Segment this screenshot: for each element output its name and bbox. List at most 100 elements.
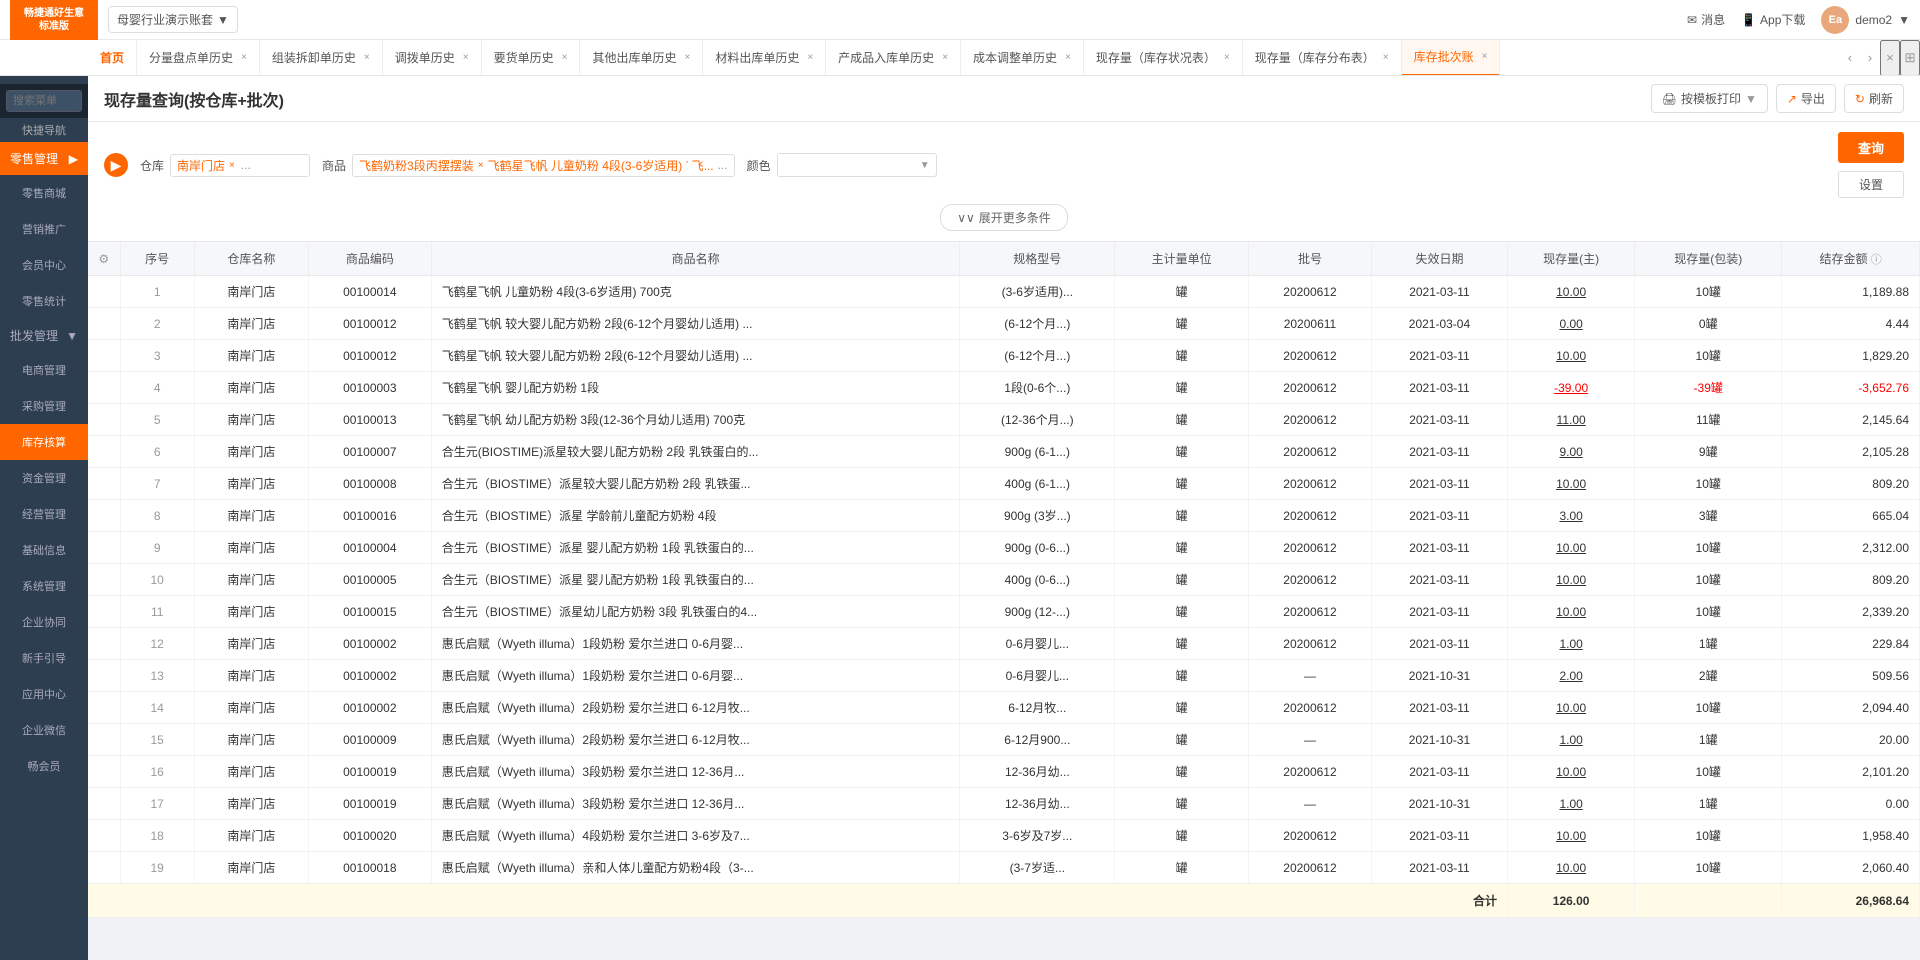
color-filter-input[interactable] <box>778 154 914 176</box>
sidebar-item-dianshang[interactable]: 电商管理 <box>0 352 88 388</box>
tab-close-xianzai2[interactable]: × <box>1383 52 1389 63</box>
nav-close-all-button[interactable]: × <box>1880 40 1900 76</box>
tab-close-pizheng[interactable]: × <box>1482 51 1488 62</box>
td-stock-main-10[interactable]: 10.00 <box>1508 596 1635 628</box>
nav-next-button[interactable]: › <box>1860 40 1880 76</box>
settings-button[interactable]: 设置 <box>1838 171 1904 198</box>
td-stock-main-16[interactable]: 1.00 <box>1508 788 1635 820</box>
sidebar-item-jingying[interactable]: 经营管理 <box>0 496 88 532</box>
td-stock-main-12[interactable]: 2.00 <box>1508 660 1635 692</box>
product-tag-1-close[interactable]: × <box>478 160 484 171</box>
td-gear-9 <box>88 564 120 596</box>
sidebar-item-huiyuanvip[interactable]: 畅会员 <box>0 748 88 784</box>
sidebar-item-yingyong[interactable]: 应用中心 <box>0 676 88 712</box>
td-stock-main-1[interactable]: 0.00 <box>1508 308 1635 340</box>
td-stock-main-9[interactable]: 10.00 <box>1508 564 1635 596</box>
sidebar-item-kucunhe[interactable]: 库存核算 <box>0 424 88 460</box>
td-stock-main-17[interactable]: 10.00 <box>1508 820 1635 852</box>
product-tag-more[interactable]: 飞... <box>692 157 714 174</box>
td-gear-10 <box>88 596 120 628</box>
td-stock-main-3[interactable]: -39.00 <box>1508 372 1635 404</box>
warehouse-tag[interactable]: 南岸门店 × <box>177 157 235 174</box>
color-dropdown-arrow[interactable]: ▼ <box>914 156 936 175</box>
nav-expand-button[interactable]: ⊞ <box>1900 40 1920 76</box>
nav-prev-button[interactable]: ‹ <box>1840 40 1860 76</box>
filter-expand-button[interactable]: ▶ <box>104 153 128 177</box>
sidebar-item-qiye[interactable]: 企业协同 <box>0 604 88 640</box>
tab-close-tiaoji[interactable]: × <box>463 52 469 63</box>
sidebar-item-huiyuan[interactable]: 会员中心 <box>0 247 88 283</box>
logo-area[interactable]: 畅捷通好生意 标准版 <box>10 0 98 40</box>
sidebar-item-lingtongli[interactable]: 零售统计 <box>0 283 88 319</box>
tab-pizheng[interactable]: 库存批次账 × <box>1402 40 1501 76</box>
table-container: ⚙ 序号 仓库名称 商品编码 商品名称 规格型号 主计量单位 批号 失效日期 现… <box>88 242 1920 960</box>
td-stock-main-6[interactable]: 10.00 <box>1508 468 1635 500</box>
expand-more-button[interactable]: ∨∨ 展开更多条件 <box>940 204 1068 231</box>
tab-xianzai1[interactable]: 现存量（库存状况表） × <box>1084 40 1243 76</box>
td-stock-main-0[interactable]: 10.00 <box>1508 276 1635 308</box>
td-stock-main-13[interactable]: 10.00 <box>1508 692 1635 724</box>
gear-icon[interactable]: ⚙ <box>98 252 109 266</box>
td-stock-main-18[interactable]: 10.00 <box>1508 852 1635 884</box>
table-row: 8 南岸门店 00100016 合生元（BIOSTIME）派星 学龄前儿童配方奶… <box>88 500 1920 532</box>
tab-close-cailiao[interactable]: × <box>807 52 813 63</box>
td-num-9: 10 <box>120 564 194 596</box>
tab-chengpin[interactable]: 产成品入库单历史 × <box>826 40 961 76</box>
tab-xianzai2[interactable]: 现存量（库存分布表） × <box>1243 40 1402 76</box>
account-dropdown[interactable]: 母婴行业演示账套 ▼ <box>108 6 238 33</box>
sidebar-item-pifa[interactable]: 批发管理 ▼ <box>0 319 88 352</box>
td-stock-main-15[interactable]: 10.00 <box>1508 756 1635 788</box>
warehouse-tag-close[interactable]: × <box>229 160 235 171</box>
tab-qitachu[interactable]: 其他出库单历史 × <box>580 40 703 76</box>
tab-close-xianzai1[interactable]: × <box>1224 52 1230 63</box>
user-menu[interactable]: Ea demo2 ▼ <box>1821 6 1910 34</box>
product-tag-1[interactable]: 飞鹤奶粉3段丙摆摆装 × <box>359 157 484 174</box>
td-stock-main-5[interactable]: 9.00 <box>1508 436 1635 468</box>
tab-fenban[interactable]: 分量盘点单历史 × <box>137 40 260 76</box>
sidebar-item-xitong[interactable]: 系统管理 <box>0 568 88 604</box>
sidebar-item-yingxiao[interactable]: 营销推广 <box>0 211 88 247</box>
td-unit-2: 罐 <box>1115 340 1249 372</box>
sidebar-item-jichu[interactable]: 基础信息 <box>0 532 88 568</box>
tab-close-chengben[interactable]: × <box>1065 52 1071 63</box>
td-batch-5: 20200612 <box>1249 436 1372 468</box>
tab-chengben[interactable]: 成本调整单历史 × <box>961 40 1084 76</box>
td-stock-main-11[interactable]: 1.00 <box>1508 628 1635 660</box>
product-tag-2[interactable]: 飞鹤星飞帆 儿童奶粉 4段(3-6岁适用) 700克 × <box>488 157 688 174</box>
tab-zuhe[interactable]: 组装拆卸单历史 × <box>260 40 383 76</box>
app-download-button[interactable]: 📱 App下载 <box>1741 11 1805 28</box>
export-button[interactable]: ↗ 导出 <box>1776 84 1836 113</box>
tab-cailiao[interactable]: 材料出库单历史 × <box>703 40 826 76</box>
td-stock-main-14[interactable]: 1.00 <box>1508 724 1635 756</box>
sidebar-item-zijin[interactable]: 资金管理 <box>0 460 88 496</box>
query-button[interactable]: 查询 <box>1838 132 1904 163</box>
refresh-button[interactable]: ↻ 刷新 <box>1844 84 1904 113</box>
filter-dots: ... <box>241 158 251 172</box>
td-code-15: 00100019 <box>308 756 431 788</box>
tab-yaohuo[interactable]: 要货单历史 × <box>482 40 581 76</box>
th-batch: 批号 <box>1249 242 1372 276</box>
td-num-6: 7 <box>120 468 194 500</box>
sidebar-item-qiweixin[interactable]: 企业微信 <box>0 712 88 748</box>
sidebar-item-xinshou[interactable]: 新手引导 <box>0 640 88 676</box>
tab-close-qitachu[interactable]: × <box>684 52 690 63</box>
table-row: 15 南岸门店 00100009 惠氏启赋（Wyeth illuma）2段奶粉 … <box>88 724 1920 756</box>
sidebar-item-lingshoupifa[interactable]: 零售管理 ▶ <box>0 142 88 175</box>
td-stock-main-4[interactable]: 11.00 <box>1508 404 1635 436</box>
search-input[interactable] <box>6 90 82 112</box>
message-button[interactable]: ✉ 消息 <box>1687 11 1725 28</box>
td-stock-main-7[interactable]: 3.00 <box>1508 500 1635 532</box>
td-stock-main-2[interactable]: 10.00 <box>1508 340 1635 372</box>
tab-close-zuhe[interactable]: × <box>364 52 370 63</box>
td-expiry-6: 2021-03-11 <box>1371 468 1507 500</box>
sidebar-item-caigou[interactable]: 采购管理 <box>0 388 88 424</box>
tab-close-yaohuo[interactable]: × <box>562 52 568 63</box>
print-button[interactable]: 🖨 按模板打印 ▼ <box>1651 84 1768 113</box>
tab-close-fenban[interactable]: × <box>241 52 247 63</box>
tab-close-chengpin[interactable]: × <box>942 52 948 63</box>
tab-home[interactable]: 首页 <box>88 40 137 76</box>
tab-tiaoji[interactable]: 调拨单历史 × <box>383 40 482 76</box>
info-icon[interactable]: ⓘ <box>1871 254 1882 266</box>
td-stock-main-8[interactable]: 10.00 <box>1508 532 1635 564</box>
sidebar-item-lingshang[interactable]: 零售商城 <box>0 175 88 211</box>
